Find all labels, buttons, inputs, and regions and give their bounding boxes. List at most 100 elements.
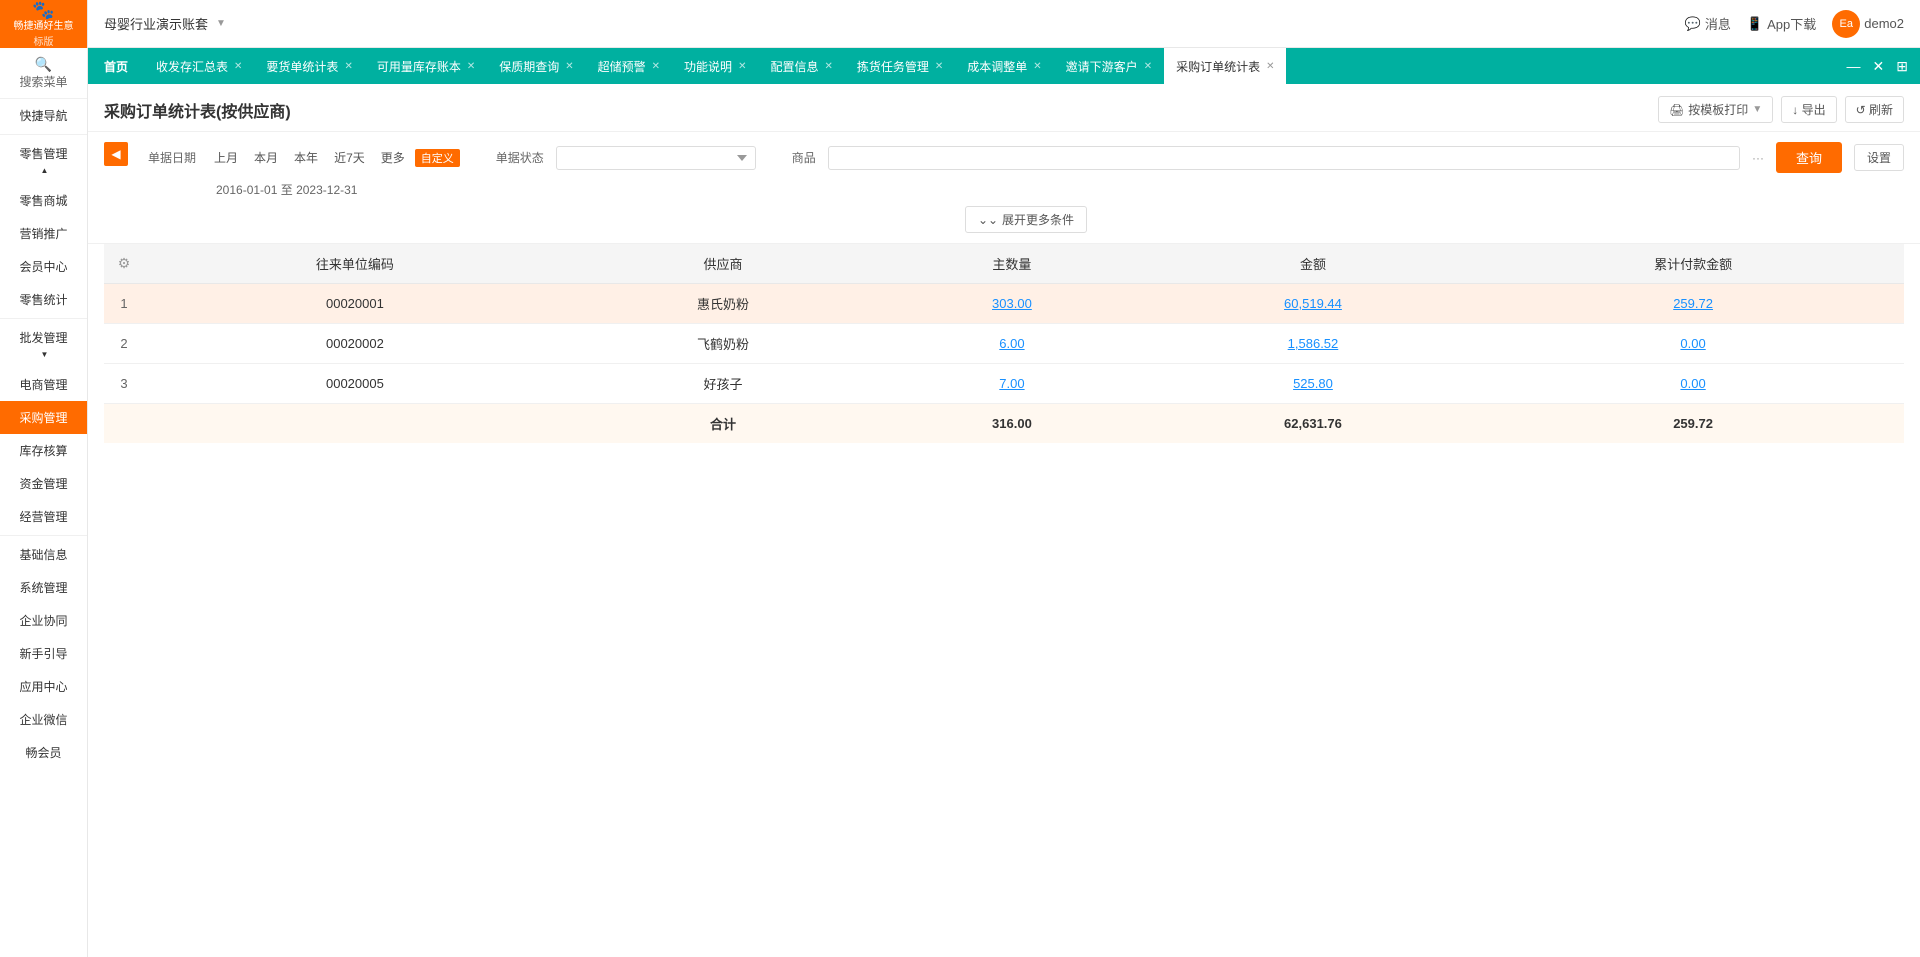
sidebar-retail-stats-label: 零售统计	[4, 291, 83, 308]
tab-receive-send-summary[interactable]: 收发存汇总表 ✕	[144, 48, 254, 84]
nav-expand-icon[interactable]: ⊞	[1892, 58, 1912, 75]
workspace-selector[interactable]: 母婴行业演示账套 ▼	[104, 14, 226, 33]
row-supplier-code: 00020002	[144, 324, 566, 364]
table-row[interactable]: 3 00020005 好孩子 7.00 525.80 0.00	[104, 364, 1904, 404]
tab-overstock-warning[interactable]: 超储预警 ✕	[586, 48, 672, 84]
row-quantity[interactable]: 303.00	[880, 284, 1144, 324]
row-amount[interactable]: 60,519.44	[1144, 284, 1482, 324]
sidebar-item-operations[interactable]: 经营管理	[0, 500, 87, 533]
sidebar-item-vip[interactable]: 畅会员	[0, 736, 87, 769]
tab-close-icon[interactable]: ✕	[565, 61, 573, 72]
tab-purchase-order-stats[interactable]: 采购订单统计表 ✕	[1164, 48, 1286, 84]
tab-home[interactable]: 首页	[88, 48, 144, 84]
sidebar-finance-label: 资金管理	[4, 475, 83, 492]
tab-order-stats[interactable]: 要货单统计表 ✕	[254, 48, 364, 84]
shortcut-this-month[interactable]: 本月	[248, 147, 284, 168]
table-row[interactable]: 2 00020002 飞鹤奶粉 6.00 1,586.52 0.00	[104, 324, 1904, 364]
sidebar-item-wholesale[interactable]: 批发管理	[0, 321, 87, 368]
shortcut-last-7-days[interactable]: 近7天	[328, 147, 371, 168]
row-paid[interactable]: 259.72	[1482, 284, 1904, 324]
shortcut-more[interactable]: 更多	[375, 147, 411, 168]
tab-close-icon[interactable]: ✕	[652, 61, 660, 72]
footer-amount: 62,631.76	[1144, 404, 1482, 444]
shortcut-last-month[interactable]: 上月	[208, 147, 244, 168]
tab-config-info[interactable]: 配置信息 ✕	[758, 48, 844, 84]
status-select[interactable]	[556, 146, 756, 170]
row-quantity[interactable]: 6.00	[880, 324, 1144, 364]
app-download-button[interactable]: 📱 App下载	[1747, 14, 1816, 33]
sidebar-item-member[interactable]: 会员中心	[0, 250, 87, 283]
expand-filter-button[interactable]: ⌄⌄ 展开更多条件	[965, 206, 1087, 233]
row-paid[interactable]: 0.00	[1482, 364, 1904, 404]
sidebar-divider-3	[0, 535, 87, 536]
tab-close-icon[interactable]: ✕	[1144, 61, 1152, 72]
row-paid[interactable]: 0.00	[1482, 324, 1904, 364]
sidebar-item-basic-info[interactable]: 基础信息	[0, 538, 87, 571]
tab-close-icon[interactable]: ✕	[234, 61, 242, 72]
export-button[interactable]: ↓ 导出	[1781, 96, 1836, 123]
sidebar-item-retail-shop[interactable]: 零售商城	[0, 184, 87, 217]
date-separator: 至	[281, 183, 296, 197]
sidebar-item-retail-mgmt[interactable]: 零售管理	[0, 137, 87, 184]
table-row[interactable]: 1 00020001 惠氏奶粉 303.00 60,519.44 259.72	[104, 284, 1904, 324]
print-button[interactable]: 🖨 按模板打印 ▼	[1658, 96, 1773, 123]
sidebar-item-retail-stats[interactable]: 零售统计	[0, 283, 87, 316]
sidebar-item-newbie[interactable]: 新手引导	[0, 637, 87, 670]
sidebar-wholesale-label: 批发管理	[4, 329, 83, 346]
row-supplier: 惠氏奶粉	[566, 284, 880, 324]
sidebar-item-quick-nav[interactable]: 快捷导航	[0, 99, 87, 132]
page-content-panel: 采购订单统计表(按供应商) 🖨 按模板打印 ▼ ↓ 导出 ↺ 刷新	[88, 84, 1920, 957]
date-from: 2016-01-01	[216, 183, 277, 197]
tab-expiry-query[interactable]: 保质期查询 ✕	[487, 48, 585, 84]
sidebar-item-app-center[interactable]: 应用中心	[0, 670, 87, 703]
sidebar-item-search[interactable]: 🔍 搜索菜单	[0, 48, 87, 99]
filter-row-1: 单据日期 上月 本月 本年 近7天 更多 自定义 单据状态	[148, 142, 1904, 173]
logo-text: 畅捷通好生意	[14, 21, 74, 33]
message-label: 消息	[1705, 14, 1731, 33]
row-quantity[interactable]: 7.00	[880, 364, 1144, 404]
tab-available-stock[interactable]: 可用量库存账本 ✕	[365, 48, 487, 84]
supplier-code-header: 往来单位编码	[144, 244, 566, 284]
table-area: ⚙ 往来单位编码 供应商 主数量	[88, 244, 1920, 957]
settings-button[interactable]: 设置	[1854, 144, 1904, 171]
sidebar-item-marketing[interactable]: 营销推广	[0, 217, 87, 250]
sidebar-item-purchase[interactable]: 采购管理	[0, 401, 87, 434]
tab-cost-adjust[interactable]: 成本调整单 ✕	[955, 48, 1053, 84]
more-options-icon[interactable]: ···	[1752, 151, 1764, 165]
tab-close-active-icon[interactable]: ✕	[1266, 61, 1274, 72]
query-button[interactable]: 查询	[1776, 142, 1842, 173]
goods-input[interactable]	[828, 146, 1740, 170]
tab-close-icon[interactable]: ✕	[738, 61, 746, 72]
sidebar-item-system[interactable]: 系统管理	[0, 571, 87, 604]
tab-close-icon[interactable]: ✕	[935, 61, 943, 72]
tab-close-icon[interactable]: ✕	[467, 61, 475, 72]
row-amount[interactable]: 1,586.52	[1144, 324, 1482, 364]
tab-close-icon[interactable]: ✕	[344, 61, 352, 72]
refresh-button[interactable]: ↺ 刷新	[1845, 96, 1904, 123]
shortcut-this-year[interactable]: 本年	[288, 147, 324, 168]
table-settings-icon[interactable]: ⚙	[118, 255, 131, 271]
message-button[interactable]: 💬 消息	[1685, 14, 1731, 33]
footer-empty-2	[144, 404, 566, 444]
row-amount[interactable]: 525.80	[1144, 364, 1482, 404]
sidebar-item-inventory[interactable]: 库存核算	[0, 434, 87, 467]
row-supplier-code: 00020001	[144, 284, 566, 324]
sidebar-item-enterprise[interactable]: 企业协同	[0, 604, 87, 637]
username-label: demo2	[1864, 16, 1904, 31]
nav-scroll-left-icon[interactable]: —	[1843, 58, 1865, 74]
expand-filter-row: ⌄⌄ 展开更多条件	[148, 206, 1904, 233]
sidebar-inventory-label: 库存核算	[4, 442, 83, 459]
tab-close-icon[interactable]: ✕	[824, 61, 832, 72]
tab-close-icon[interactable]: ✕	[1033, 61, 1041, 72]
sidebar-item-finance[interactable]: 资金管理	[0, 467, 87, 500]
gear-column-header[interactable]: ⚙	[104, 244, 144, 284]
sidebar-ecommerce-label: 电商管理	[4, 376, 83, 393]
tab-function-desc[interactable]: 功能说明 ✕	[672, 48, 758, 84]
tab-picking-task[interactable]: 拣货任务管理 ✕	[845, 48, 955, 84]
nav-close-all-icon[interactable]: ✕	[1869, 58, 1889, 75]
filter-collapse-button[interactable]: ◀	[104, 142, 128, 166]
sidebar-item-ecommerce[interactable]: 电商管理	[0, 368, 87, 401]
user-profile-button[interactable]: Ea demo2	[1832, 10, 1904, 38]
sidebar-item-wechat[interactable]: 企业微信	[0, 703, 87, 736]
tab-invite-downstream[interactable]: 邀请下游客户 ✕	[1054, 48, 1164, 84]
